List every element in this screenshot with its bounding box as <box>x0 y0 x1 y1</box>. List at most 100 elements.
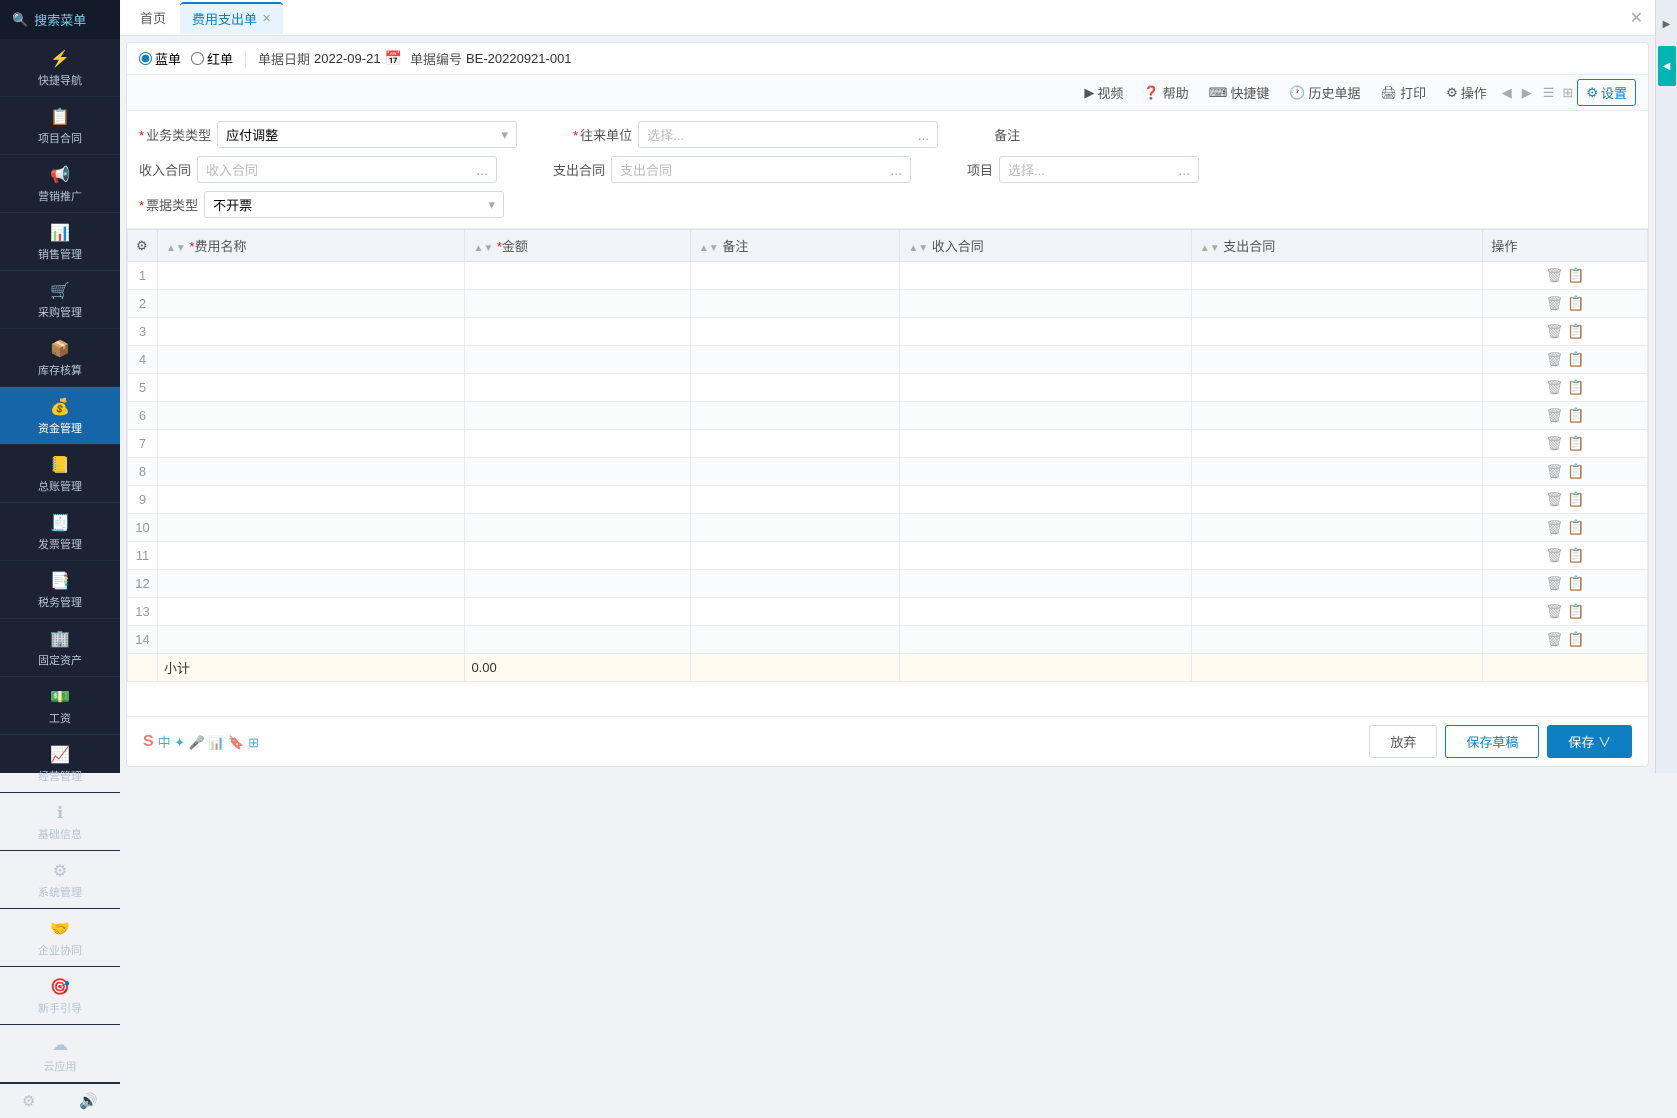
expense-contract-cell[interactable] <box>1191 318 1482 346</box>
right-panel-btn-1[interactable]: ▶ <box>1658 4 1676 44</box>
expense-name-cell[interactable] <box>158 486 465 514</box>
amount-cell[interactable] <box>465 458 690 486</box>
sidebar-item-basic-info[interactable]: ℹ 基础信息 <box>0 793 120 851</box>
delete-icon[interactable]: 🗑 <box>1546 519 1564 536</box>
expense-name-cell[interactable] <box>158 290 465 318</box>
amount-cell[interactable] <box>465 514 690 542</box>
delete-icon[interactable]: 🗑 <box>1546 435 1564 452</box>
income-contract-cell[interactable] <box>900 626 1191 654</box>
copy-icon[interactable]: 📋 <box>1567 379 1584 396</box>
sort-up-icon3[interactable]: ▲▼ <box>699 243 719 254</box>
sidebar-item-business-mgmt[interactable]: 📈 经营管理 <box>0 735 120 793</box>
delete-icon[interactable]: 🗑 <box>1546 295 1564 312</box>
copy-icon[interactable]: 📋 <box>1567 323 1584 340</box>
income-contract-cell[interactable] <box>900 486 1191 514</box>
blue-single-radio[interactable]: 蓝单 <box>139 49 181 68</box>
copy-icon[interactable]: 📋 <box>1567 407 1584 424</box>
delete-icon[interactable]: 🗑 <box>1546 463 1564 480</box>
video-btn[interactable]: ▶ 视频 <box>1076 80 1131 105</box>
settings-btn[interactable]: ⚙ 设置 <box>1577 79 1636 106</box>
expense-name-cell[interactable] <box>158 598 465 626</box>
remark-cell[interactable] <box>690 374 899 402</box>
remark-cell[interactable] <box>690 262 899 290</box>
sidebar-item-new-guide[interactable]: 🎯 新手引导 <box>0 967 120 1025</box>
expense-name-cell[interactable] <box>158 458 465 486</box>
income-contract-cell[interactable] <box>900 402 1191 430</box>
expense-name-cell[interactable] <box>158 542 465 570</box>
expense-contract-cell[interactable] <box>1191 458 1482 486</box>
expense-name-cell[interactable] <box>158 626 465 654</box>
grid-view-icon[interactable]: ⊞ <box>1562 85 1573 101</box>
income-contract-cell[interactable] <box>900 570 1191 598</box>
amount-cell[interactable] <box>465 290 690 318</box>
amount-cell[interactable] <box>465 570 690 598</box>
prev-arrow[interactable]: ◀ <box>1499 82 1515 104</box>
sort-up-icon4[interactable]: ▲▼ <box>908 243 928 254</box>
copy-icon[interactable]: 📋 <box>1567 631 1584 648</box>
remark-cell[interactable] <box>690 430 899 458</box>
expense-contract-cell[interactable] <box>1191 626 1482 654</box>
biz-type-select[interactable]: 应付调整 ▾ <box>217 121 517 148</box>
shortcut-btn[interactable]: ⌨ 快捷键 <box>1201 80 1278 105</box>
expense-contract-cell[interactable] <box>1191 514 1482 542</box>
copy-icon[interactable]: 📋 <box>1567 267 1584 284</box>
expense-contract-cell[interactable] <box>1191 346 1482 374</box>
delete-icon[interactable]: 🗑 <box>1546 631 1564 648</box>
next-arrow[interactable]: ▶ <box>1519 82 1535 104</box>
save-draft-button[interactable]: 保存草稿 <box>1445 725 1539 758</box>
copy-icon[interactable]: 📋 <box>1567 351 1584 368</box>
calendar-icon[interactable]: 📅 <box>385 50 402 67</box>
expense-contract-cell[interactable] <box>1191 542 1482 570</box>
income-contract-cell[interactable] <box>900 458 1191 486</box>
income-contract-cell[interactable] <box>900 542 1191 570</box>
operation-btn[interactable]: ⚙ 操作 <box>1438 80 1495 105</box>
sidebar-item-inventory-check[interactable]: 📦 库存核算 <box>0 329 120 387</box>
income-contract-cell[interactable] <box>900 374 1191 402</box>
delete-icon[interactable]: 🗑 <box>1546 575 1564 592</box>
income-contract-cell[interactable] <box>900 598 1191 626</box>
sidebar-item-fixed-assets[interactable]: 🏢 固定资产 <box>0 619 120 677</box>
sidebar-item-enterprise-coop[interactable]: 🤝 企业协同 <box>0 909 120 967</box>
income-contract-cell[interactable] <box>900 290 1191 318</box>
sort-up-icon2[interactable]: ▲▼ <box>473 243 493 254</box>
delete-icon[interactable]: 🗑 <box>1546 323 1564 340</box>
amount-cell[interactable] <box>465 262 690 290</box>
expense-contract-cell[interactable] <box>1191 262 1482 290</box>
remark-cell[interactable] <box>690 346 899 374</box>
copy-icon[interactable]: 📋 <box>1567 603 1584 620</box>
copy-icon[interactable]: 📋 <box>1567 547 1584 564</box>
amount-cell[interactable] <box>465 318 690 346</box>
remark-cell[interactable] <box>690 514 899 542</box>
tab-close-icon[interactable]: ✕ <box>262 12 271 25</box>
print-btn[interactable]: 🖨 打印 <box>1373 80 1435 105</box>
amount-cell[interactable] <box>465 430 690 458</box>
red-single-radio[interactable]: 红单 <box>191 49 233 68</box>
history-btn[interactable]: 🕐 历史单据 <box>1281 80 1368 105</box>
delete-icon[interactable]: 🗑 <box>1546 603 1564 620</box>
income-contract-select[interactable]: 收入合同 ... <box>197 156 497 183</box>
expense-contract-cell[interactable] <box>1191 570 1482 598</box>
window-close-button[interactable]: ✕ <box>1618 8 1655 28</box>
delete-icon[interactable]: 🗑 <box>1546 547 1564 564</box>
remark-cell[interactable] <box>690 626 899 654</box>
save-button[interactable]: 保存 ∨ <box>1547 725 1632 758</box>
expense-name-cell[interactable] <box>158 570 465 598</box>
amount-cell[interactable] <box>465 346 690 374</box>
copy-icon[interactable]: 📋 <box>1567 491 1584 508</box>
expense-contract-cell[interactable] <box>1191 374 1482 402</box>
expense-name-cell[interactable] <box>158 374 465 402</box>
col-gear[interactable]: ⚙ <box>128 230 158 262</box>
sidebar-item-marketing[interactable]: 📢 营销推广 <box>0 155 120 213</box>
remark-cell[interactable] <box>690 486 899 514</box>
amount-cell[interactable] <box>465 486 690 514</box>
remark-cell[interactable] <box>690 598 899 626</box>
expense-name-cell[interactable] <box>158 346 465 374</box>
copy-icon[interactable]: 📋 <box>1567 435 1584 452</box>
volume-icon[interactable]: 🔊 <box>79 1092 98 1110</box>
copy-icon[interactable]: 📋 <box>1567 519 1584 536</box>
income-contract-cell[interactable] <box>900 318 1191 346</box>
sidebar-item-salary[interactable]: 💵 工资 <box>0 677 120 735</box>
expense-contract-select[interactable]: 支出合同 ... <box>611 156 911 183</box>
amount-cell[interactable] <box>465 402 690 430</box>
expense-contract-cell[interactable] <box>1191 598 1482 626</box>
